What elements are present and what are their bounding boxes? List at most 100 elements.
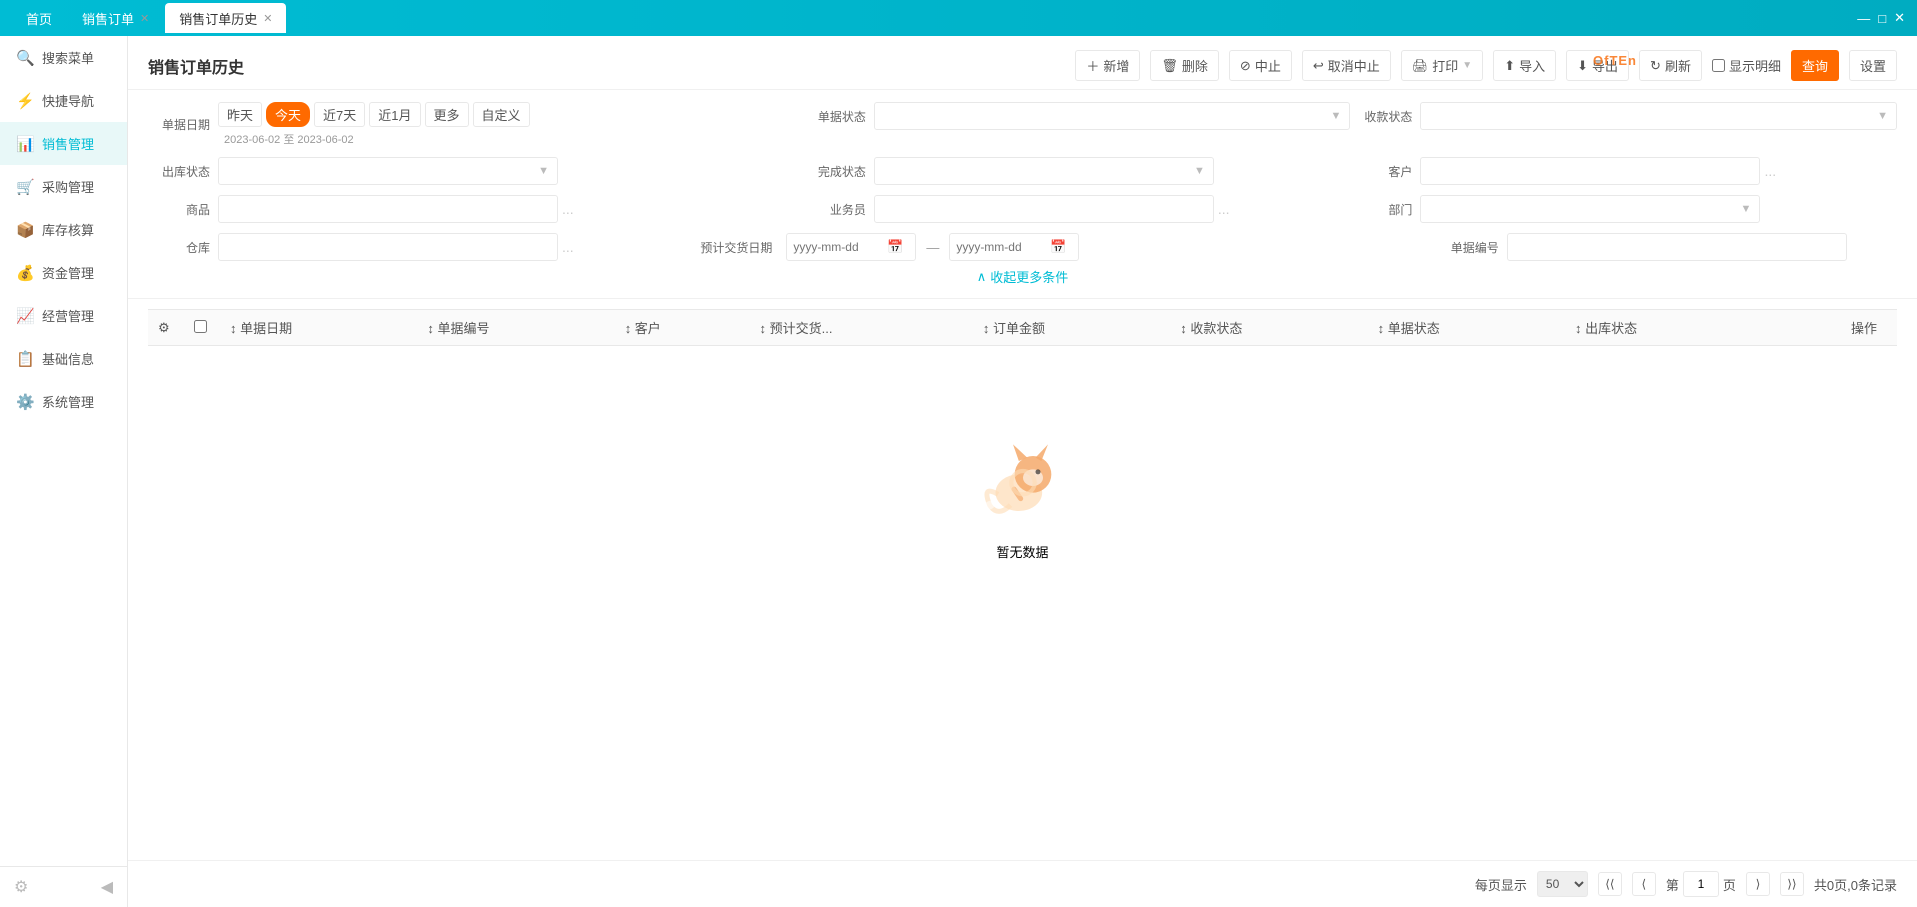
- date-btn-last7[interactable]: 近7天: [314, 102, 365, 127]
- tab-sales-order-history[interactable]: 销售订单历史 ✕: [165, 3, 286, 33]
- per-page-select[interactable]: 50 10 20 100: [1537, 871, 1588, 897]
- select-all-checkbox[interactable]: [194, 320, 207, 333]
- delete-button[interactable]: 🗑 删除: [1150, 50, 1219, 81]
- page-input[interactable]: [1683, 871, 1719, 897]
- print-icon: 🖨: [1412, 58, 1429, 74]
- settings-button[interactable]: 设置: [1849, 50, 1897, 81]
- col-doc-date-label: ↕ 单据日期: [230, 321, 292, 336]
- new-icon: ＋: [1086, 56, 1099, 75]
- doc-num-label: 单据编号: [1437, 239, 1507, 256]
- stop-icon: ⊘: [1240, 58, 1251, 74]
- col-doc-num-label: ↕ 单据编号: [427, 321, 489, 336]
- sidebar-item-sales[interactable]: 📊 销售管理: [0, 122, 127, 165]
- customer-label: 客户: [1350, 163, 1420, 180]
- sidebar-settings-btn[interactable]: ⚙: [14, 877, 28, 897]
- tab-sales-order-label: 销售订单: [82, 9, 134, 28]
- delivery-date-start-input[interactable]: [793, 240, 883, 254]
- dept-select[interactable]: ▼: [1420, 195, 1760, 223]
- warehouse-select[interactable]: [218, 233, 558, 261]
- tab-sales-order-close[interactable]: ✕: [140, 12, 149, 25]
- page-first-btn[interactable]: ⟨⟨: [1598, 872, 1622, 896]
- page-prev-btn[interactable]: ⟨: [1632, 872, 1656, 896]
- salesperson-select[interactable]: [874, 195, 1214, 223]
- payment-status-select[interactable]: ▼: [1420, 102, 1897, 130]
- sidebar-item-operations[interactable]: 📈 经营管理: [0, 294, 127, 337]
- col-payment-status: ↕ 收款状态: [1170, 310, 1367, 346]
- sidebar-item-purchase[interactable]: 🛒 采购管理: [0, 165, 127, 208]
- sidebar-collapse-btn[interactable]: ◀: [101, 877, 113, 897]
- delete-label: 删除: [1182, 56, 1208, 75]
- goods-dots[interactable]: ...: [562, 201, 574, 217]
- table-settings-icon[interactable]: ⚙: [158, 320, 170, 335]
- import-button[interactable]: ⬆ 导入: [1493, 50, 1556, 81]
- query-button[interactable]: 查询: [1791, 50, 1839, 81]
- page-last-btn[interactable]: ⟩⟩: [1780, 872, 1804, 896]
- operations-icon: 📈: [16, 307, 34, 325]
- date-label: 单据日期: [148, 116, 218, 133]
- customer-dots[interactable]: ...: [1764, 163, 1776, 179]
- sidebar-item-base-info[interactable]: 📋 基础信息: [0, 337, 127, 380]
- query-label: 查询: [1802, 56, 1828, 75]
- tab-list: 首页 销售订单 ✕ 销售订单历史 ✕: [12, 0, 286, 36]
- cancel-stop-button[interactable]: ↩ 取消中止: [1302, 50, 1391, 81]
- date-btn-custom[interactable]: 自定义: [473, 102, 530, 127]
- sidebar-bottom: ⚙ ◀: [0, 866, 127, 907]
- sidebar-item-purchase-label: 采购管理: [42, 177, 94, 196]
- col-check[interactable]: [184, 310, 220, 346]
- sidebar-item-base-info-label: 基础信息: [42, 349, 94, 368]
- date-btn-last-month[interactable]: 近1月: [369, 102, 420, 127]
- sidebar-item-search-menu[interactable]: 🔍 搜索菜单: [0, 36, 127, 79]
- collapse-row[interactable]: ∧ 收起更多条件: [148, 267, 1897, 286]
- delivery-date-end-input[interactable]: [956, 240, 1046, 254]
- col-doc-status: ↕ 单据状态: [1368, 310, 1565, 346]
- customer-select[interactable]: [1420, 157, 1760, 185]
- sidebar-item-inventory[interactable]: 📦 库存核算: [0, 208, 127, 251]
- display-columns-label: 显示明细: [1729, 56, 1781, 75]
- tab-sales-order-history-close[interactable]: ✕: [263, 12, 272, 25]
- print-button[interactable]: 🖨 打印 ▼: [1401, 50, 1483, 81]
- col-out-status-label: ↕ 出库状态: [1575, 321, 1637, 336]
- date-btn-yesterday[interactable]: 昨天: [218, 102, 262, 127]
- delivery-date-end-wrap[interactable]: 📅: [949, 233, 1079, 261]
- sidebar-item-finance[interactable]: 💰 资金管理: [0, 251, 127, 294]
- sidebar-item-system[interactable]: ⚙️ 系统管理: [0, 380, 127, 423]
- col-doc-num: ↕ 单据编号: [417, 310, 614, 346]
- col-operation: 操作: [1762, 310, 1897, 346]
- window-minimize[interactable]: —: [1857, 11, 1870, 26]
- display-columns-checkbox[interactable]: [1712, 59, 1725, 72]
- delivery-date-start-wrap[interactable]: 📅: [786, 233, 916, 261]
- date-btn-today[interactable]: 今天: [266, 102, 310, 127]
- warehouse-label: 仓库: [148, 239, 218, 256]
- out-status-select[interactable]: ▼: [218, 157, 558, 185]
- display-columns-checkbox-label[interactable]: 显示明细: [1712, 56, 1781, 75]
- window-maximize[interactable]: □: [1878, 11, 1886, 26]
- table-footer: 每页显示 50 10 20 100 ⟨⟨ ⟨ 第 页 ⟩ ⟩⟩ 共0页,0条记录: [128, 860, 1917, 907]
- stop-button[interactable]: ⊘ 中止: [1229, 50, 1292, 81]
- refresh-button[interactable]: ↻ 刷新: [1639, 50, 1702, 81]
- settings-label: 设置: [1860, 56, 1886, 75]
- date-range-text: 2023-06-02 至 2023-06-02: [224, 131, 530, 147]
- sidebar-item-quick-nav[interactable]: ⚡ 快捷导航: [0, 79, 127, 122]
- window-close[interactable]: ✕: [1894, 10, 1905, 26]
- col-customer-label: ↕ 客户: [625, 321, 661, 336]
- col-settings[interactable]: ⚙: [148, 310, 184, 346]
- delivery-date-label: 预计交货日期: [700, 239, 780, 256]
- total-label: 共0页,0条记录: [1814, 875, 1897, 894]
- doc-num-input[interactable]: [1507, 233, 1847, 261]
- delete-icon: 🗑: [1161, 58, 1178, 74]
- dept-chevron: ▼: [1741, 203, 1752, 215]
- page-next-btn[interactable]: ⟩: [1746, 872, 1770, 896]
- doc-status-label: 单据状态: [804, 108, 874, 125]
- warehouse-dots[interactable]: ...: [562, 239, 574, 255]
- date-btn-more[interactable]: 更多: [425, 102, 469, 127]
- import-icon: ⬆: [1504, 58, 1515, 74]
- doc-status-select[interactable]: ▼: [874, 102, 1351, 130]
- salesperson-dots[interactable]: ...: [1218, 201, 1230, 217]
- top-bar: 首页 销售订单 ✕ 销售订单历史 ✕ — □ ✕: [0, 0, 1917, 36]
- tab-sales-order[interactable]: 销售订单 ✕: [68, 3, 163, 33]
- finance-icon: 💰: [16, 264, 34, 282]
- complete-status-select[interactable]: ▼: [874, 157, 1214, 185]
- tab-home[interactable]: 首页: [12, 3, 66, 33]
- new-button[interactable]: ＋ 新增: [1075, 50, 1140, 81]
- goods-select[interactable]: [218, 195, 558, 223]
